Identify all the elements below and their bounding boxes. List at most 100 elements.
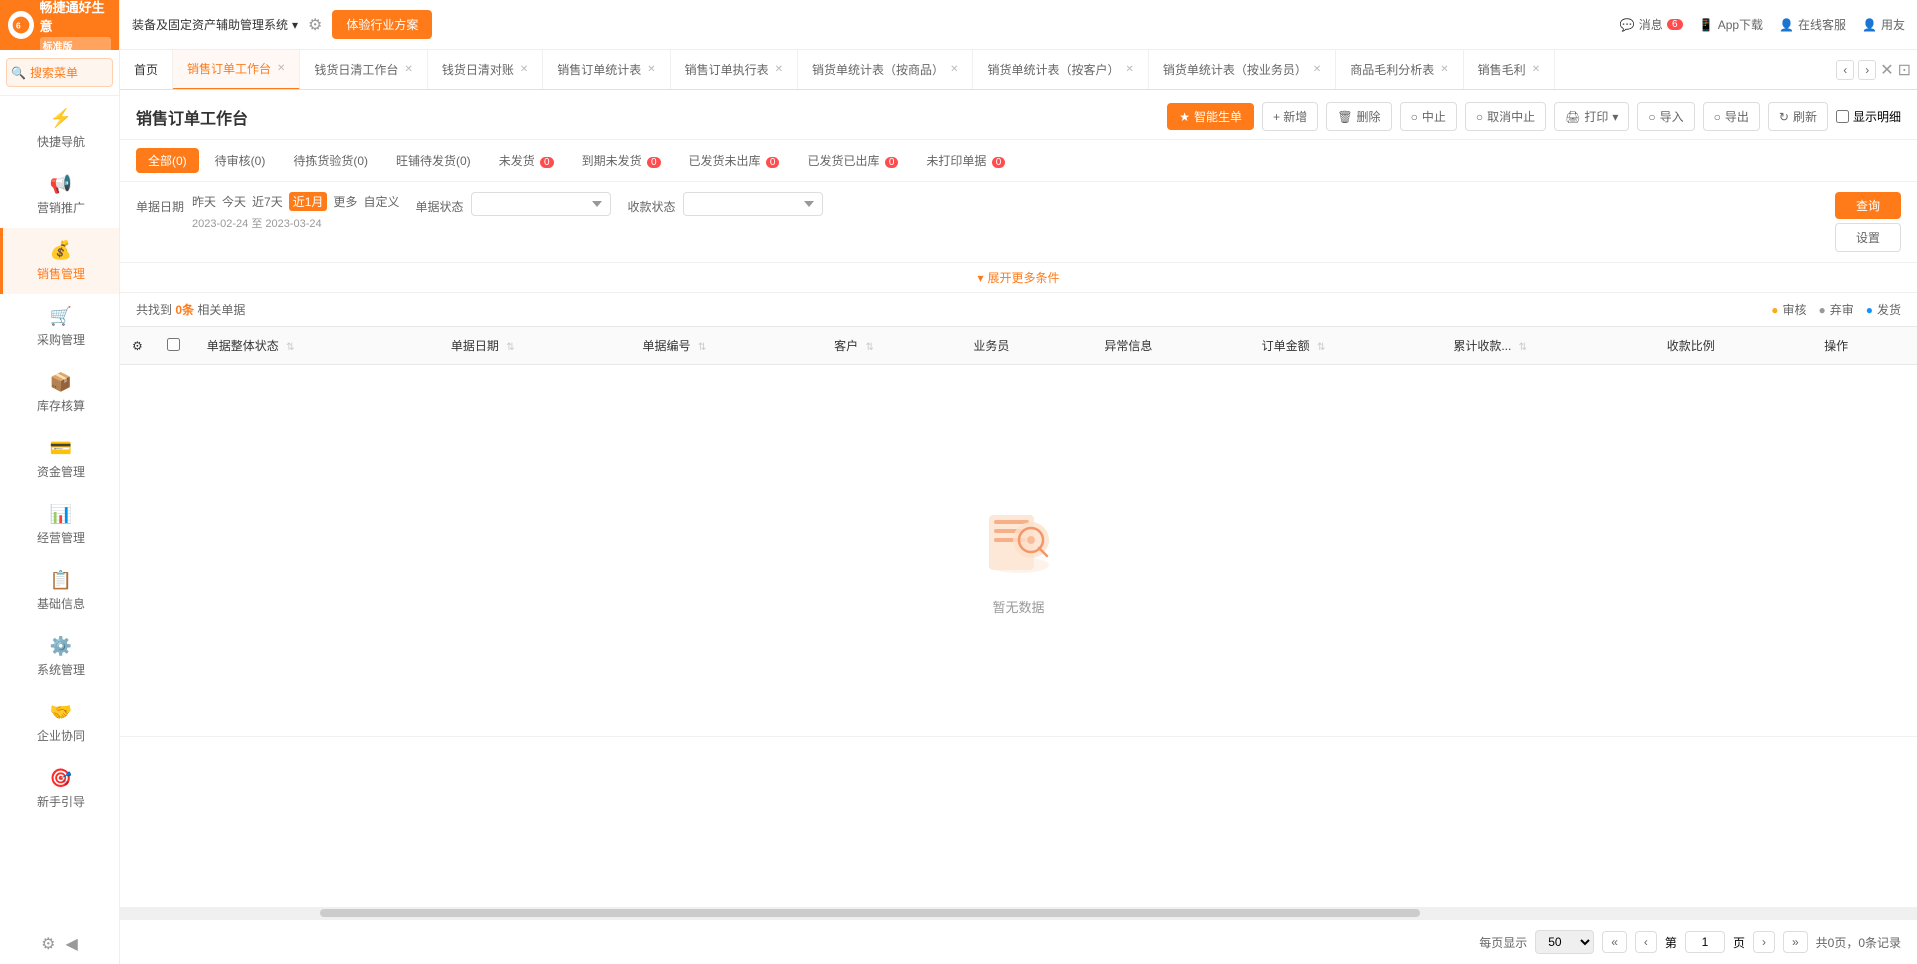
close-tab-icon[interactable]: ✕ (647, 64, 655, 75)
sidebar-item-basic-info[interactable]: 📋 基础信息 (0, 558, 119, 624)
print-button[interactable]: 🖨 打印 ▾ (1554, 102, 1629, 131)
prev-page-button[interactable]: ‹ (1635, 931, 1657, 953)
page-number-input[interactable] (1685, 931, 1725, 953)
user-button[interactable]: 👤 用友 (1862, 16, 1905, 33)
review-quick-button[interactable]: ● 审核 (1771, 301, 1806, 318)
suspend-button[interactable]: ○ 中止 (1400, 102, 1457, 131)
tab-sales-order-stats[interactable]: 销售订单统计表 ✕ (543, 50, 670, 90)
sidebar-item-quick-nav[interactable]: ⚡ 快捷导航 (0, 96, 119, 162)
close-tab-icon[interactable]: ✕ (1440, 64, 1448, 75)
sidebar-item-marketing[interactable]: 📢 营销推广 (0, 162, 119, 228)
close-tab-icon[interactable]: ✕ (1125, 64, 1133, 75)
last-page-button[interactable]: » (1783, 931, 1808, 953)
close-tab-icon[interactable]: ✕ (520, 64, 528, 75)
scrollbar-thumb[interactable] (320, 909, 1420, 917)
subtab-not-printed[interactable]: 未打印单据 0 (914, 148, 1017, 173)
query-button[interactable]: 查询 (1835, 192, 1901, 219)
subtab-shipped-out[interactable]: 已发货已出库 0 (795, 148, 910, 173)
date-opt-7days[interactable]: 近7天 (252, 193, 283, 210)
ship-quick-button[interactable]: ● 发货 (1866, 301, 1901, 318)
sort-icon[interactable]: ⇅ (865, 342, 873, 353)
tab-label: 销货单统计表（按客户） (987, 61, 1119, 78)
sort-icon[interactable]: ⇅ (506, 342, 514, 353)
export-button[interactable]: ○ 导出 (1703, 102, 1760, 131)
tab-sales-stats-product[interactable]: 销货单统计表（按商品） ✕ (798, 50, 973, 90)
subtab-pending-inspect[interactable]: 待拣货验货(0) (281, 148, 380, 173)
collapse-button[interactable]: ◀ (66, 934, 78, 954)
tab-cash-daily[interactable]: 钱货日清工作台 ✕ (300, 50, 427, 90)
sidebar-item-inventory[interactable]: 📦 库存核算 (0, 360, 119, 426)
subtab-shipped-not-out[interactable]: 已发货未出库 0 (677, 148, 792, 173)
close-tab-icon[interactable]: ✕ (950, 64, 958, 75)
tab-sales-order-exec[interactable]: 销售订单执行表 ✕ (671, 50, 798, 90)
industry-plan-button[interactable]: 体验行业方案 (332, 10, 432, 39)
tab-sales-gross[interactable]: 销售毛利 ✕ (1464, 50, 1555, 90)
close-tab-icon[interactable]: ✕ (1313, 64, 1321, 75)
sort-icon[interactable]: ⇅ (1519, 342, 1527, 353)
search-menu-button[interactable]: 🔍 搜索菜单 (6, 58, 113, 87)
service-icon: 👤 (1779, 18, 1794, 32)
date-opt-yesterday[interactable]: 昨天 (192, 193, 216, 210)
settings-button[interactable]: ⚙ (41, 934, 55, 954)
online-service-button[interactable]: 👤 在线客服 (1779, 16, 1846, 33)
next-page-button[interactable]: › (1753, 931, 1775, 953)
subtab-pending-review[interactable]: 待审核(0) (203, 148, 278, 173)
ship-dot: ● (1866, 303, 1873, 317)
first-page-button[interactable]: « (1602, 931, 1627, 953)
subtab-not-shipped[interactable]: 未发货 0 (487, 148, 566, 173)
show-detail-checkbox[interactable] (1836, 110, 1849, 123)
sidebar-item-operation[interactable]: 📊 经营管理 (0, 492, 119, 558)
filter-settings-button[interactable]: 设置 (1835, 223, 1901, 252)
date-opt-month[interactable]: 近1月 (289, 192, 328, 211)
tab-sales-stats-customer[interactable]: 销货单统计表（按客户） ✕ (973, 50, 1148, 90)
refresh-button[interactable]: ↻ 刷新 (1768, 102, 1828, 131)
import-button[interactable]: ○ 导入 (1637, 102, 1694, 131)
tab-sales-stats-staff[interactable]: 销货单统计表（按业务员） ✕ (1149, 50, 1336, 90)
subtab-wangpu-pending[interactable]: 旺铺待发货(0) (384, 148, 483, 173)
subtab-all[interactable]: 全部(0) (136, 148, 199, 173)
sidebar-item-purchase[interactable]: 🛒 采购管理 (0, 294, 119, 360)
close-tab-icon[interactable]: ✕ (1532, 64, 1540, 75)
sort-icon[interactable]: ⇅ (1317, 342, 1325, 353)
column-settings-icon[interactable]: ⚙ (132, 339, 143, 353)
expand-more-button[interactable]: ▾ 展开更多条件 (977, 269, 1059, 286)
subtab-overdue-not-shipped[interactable]: 到期未发货 0 (570, 148, 673, 173)
page-size-select[interactable]: 20 50 100 (1535, 930, 1594, 954)
sort-icon[interactable]: ⇅ (286, 342, 294, 353)
select-all-checkbox[interactable] (167, 338, 180, 351)
sidebar-item-finance[interactable]: 💳 资金管理 (0, 426, 119, 492)
message-button[interactable]: 💬 消息 6 (1620, 16, 1683, 33)
tab-menu-button[interactable]: ⊡ (1898, 60, 1911, 80)
close-tab-icon[interactable]: ✕ (775, 64, 783, 75)
tab-cash-reconcile[interactable]: 钱货日清对账 ✕ (428, 50, 543, 90)
show-detail-checkbox-label[interactable]: 显示明细 (1836, 108, 1901, 125)
horizontal-scrollbar[interactable] (120, 907, 1917, 919)
sort-icon[interactable]: ⇅ (698, 342, 706, 353)
system-title-dropdown[interactable]: 装备及固定资产辅助管理系统 ▾ (132, 16, 298, 33)
date-opt-custom[interactable]: 自定义 (363, 193, 399, 210)
app-download-button[interactable]: 📱 App下载 (1699, 16, 1763, 33)
tab-prev-button[interactable]: ‹ (1836, 60, 1854, 80)
status-filter-select[interactable] (471, 192, 611, 216)
close-tab-icon[interactable]: ✕ (404, 64, 412, 75)
sidebar-item-guide[interactable]: 🎯 新手引导 (0, 756, 119, 822)
sidebar-item-system[interactable]: ⚙️ 系统管理 (0, 624, 119, 690)
close-all-tabs-button[interactable]: ✕ (1880, 60, 1893, 80)
close-tab-icon[interactable]: ✕ (277, 63, 285, 74)
smart-create-button[interactable]: ★ 智能生单 (1167, 103, 1254, 130)
cancel-suspend-button[interactable]: ○ 取消中止 (1465, 102, 1546, 131)
unreview-quick-button[interactable]: ● 弃审 (1818, 301, 1853, 318)
tab-sales-order-workbench[interactable]: 销售订单工作台 ✕ (173, 50, 300, 90)
tab-home[interactable]: 首页 (120, 50, 173, 90)
date-opt-more[interactable]: 更多 (333, 193, 357, 210)
add-button[interactable]: + 新增 (1262, 102, 1318, 131)
gear-icon[interactable]: ⚙ (308, 15, 322, 35)
date-opt-today[interactable]: 今天 (222, 193, 246, 210)
sidebar-item-enterprise[interactable]: 🤝 企业协同 (0, 690, 119, 756)
tab-product-margin[interactable]: 商品毛利分析表 ✕ (1336, 50, 1463, 90)
delete-button[interactable]: 🗑 删除 (1326, 102, 1391, 131)
payment-filter-select[interactable] (683, 192, 823, 216)
tab-next-button[interactable]: › (1858, 60, 1876, 80)
chevron-down-icon: ▾ (977, 271, 983, 285)
sidebar-item-sales[interactable]: 💰 销售管理 (0, 228, 119, 294)
